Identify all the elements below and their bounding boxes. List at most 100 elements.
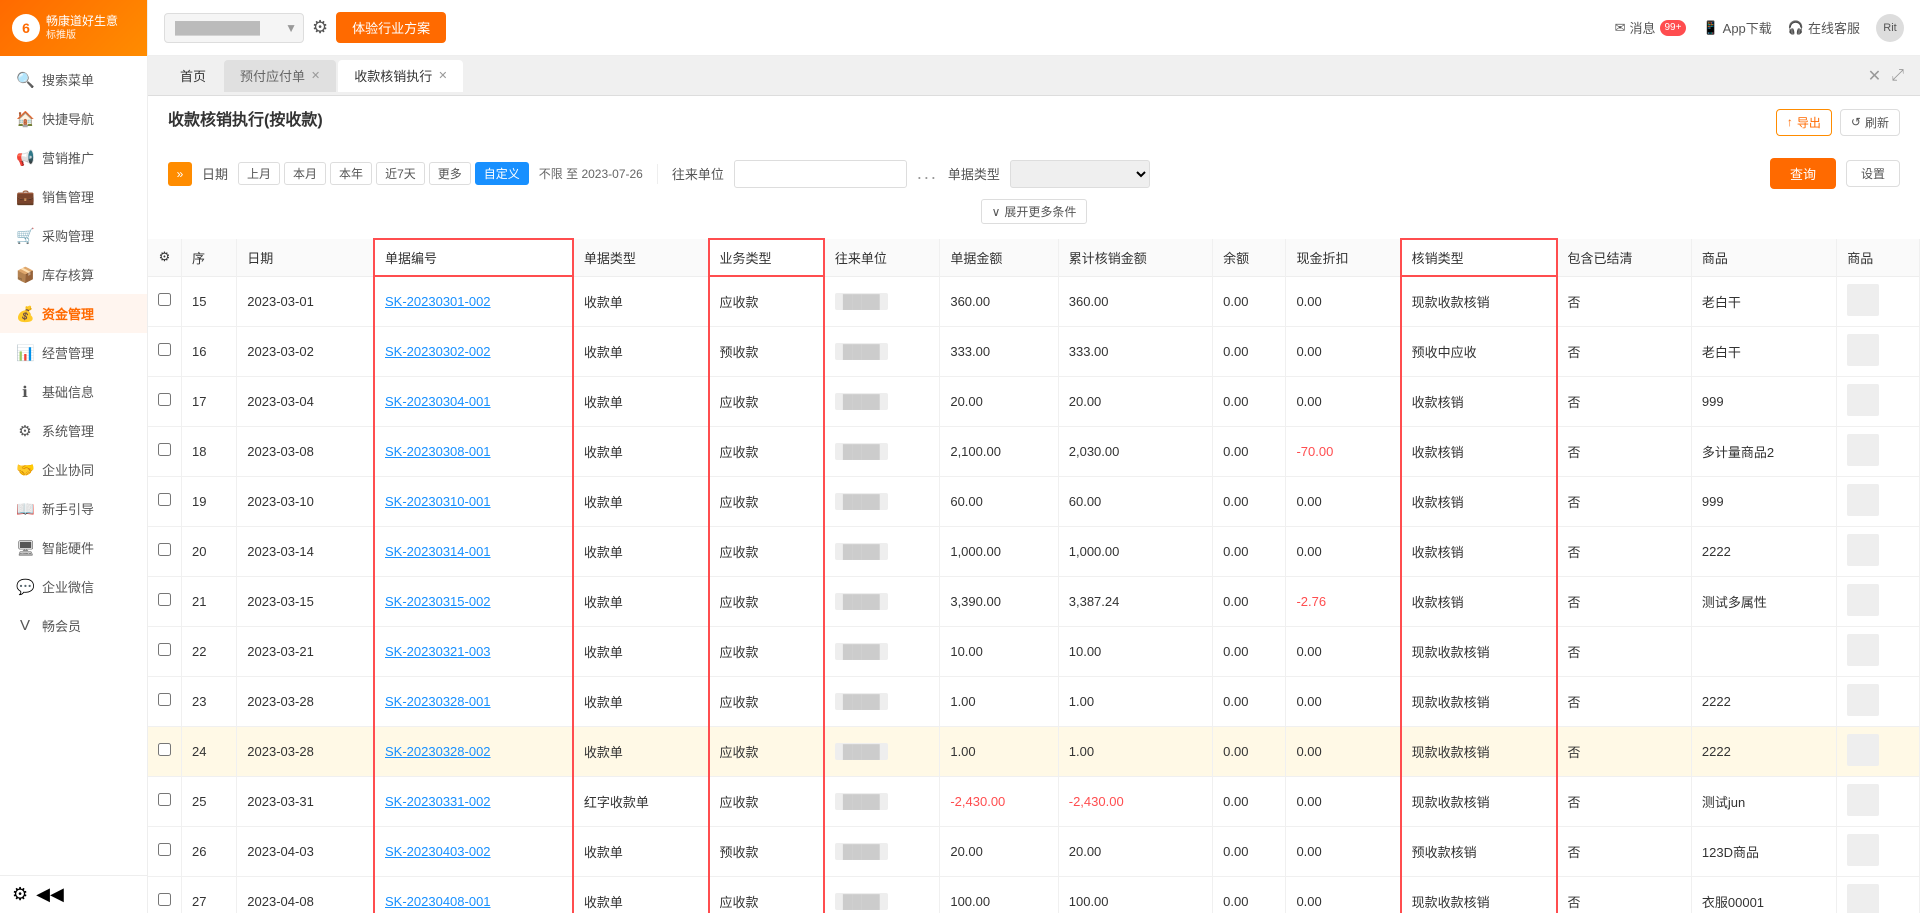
tab-close-all-icon[interactable]: ✕ (1868, 66, 1881, 86)
sidebar-item-basic[interactable]: ℹ基础信息 (0, 372, 147, 411)
date-btn-last-month[interactable]: 上月 (238, 162, 280, 185)
sidebar-item-inventory[interactable]: 📦库存核算 (0, 255, 147, 294)
row-date: 2023-03-02 (237, 326, 374, 376)
sidebar-item-finance[interactable]: 💰资金管理 (0, 294, 147, 333)
row-checkbox[interactable] (148, 476, 182, 526)
row-include-settled: 否 (1557, 676, 1692, 726)
member-icon: V (16, 617, 34, 634)
refresh-button[interactable]: ↺ 刷新 (1840, 109, 1900, 136)
row-checkbox[interactable] (148, 626, 182, 676)
row-voucher-no[interactable]: SK-20230403-002 (374, 826, 573, 876)
row-checkbox[interactable] (148, 726, 182, 776)
row-checkbox[interactable] (148, 276, 182, 326)
tab-receipts-close[interactable]: ✕ (438, 69, 447, 82)
row-biz-type: 应收款 (709, 676, 824, 726)
date-btn-7days[interactable]: 近7天 (376, 162, 425, 185)
row-total-writeoff: 20.00 (1058, 376, 1212, 426)
row-total-writeoff: 333.00 (1058, 326, 1212, 376)
row-voucher-no[interactable]: SK-20230321-003 (374, 626, 573, 676)
row-voucher-no[interactable]: SK-20230314-001 (374, 526, 573, 576)
row-checkbox[interactable] (148, 526, 182, 576)
date-btn-this-year[interactable]: 本年 (330, 162, 372, 185)
filter-expand-arrow[interactable]: » (168, 162, 192, 186)
row-date: 2023-03-10 (237, 476, 374, 526)
row-checkbox[interactable] (148, 326, 182, 376)
row-total-writeoff: 3,387.24 (1058, 576, 1212, 626)
sidebar-item-guide[interactable]: 📖新手引导 (0, 489, 147, 528)
row-voucher-no[interactable]: SK-20230308-001 (374, 426, 573, 476)
row-checkbox[interactable] (148, 576, 182, 626)
row-include-settled: 否 (1557, 626, 1692, 676)
row-voucher-no[interactable]: SK-20230328-002 (374, 726, 573, 776)
row-balance: 0.00 (1213, 526, 1286, 576)
solution-button[interactable]: 体验行业方案 (336, 12, 446, 43)
row-cash-discount: 0.00 (1286, 326, 1401, 376)
sidebar-item-search[interactable]: 🔍搜索菜单 (0, 60, 147, 99)
sidebar-item-purchase[interactable]: 🛒采购管理 (0, 216, 147, 255)
sidebar-item-shortcut[interactable]: 🏠快捷导航 (0, 99, 147, 138)
col-amount: 单据金额 (940, 239, 1058, 276)
row-cash-discount: 0.00 (1286, 826, 1401, 876)
row-include-settled: 否 (1557, 326, 1692, 376)
settings-icon[interactable]: ⚙ (12, 884, 28, 905)
row-checkbox[interactable] (148, 776, 182, 826)
sidebar-item-operations[interactable]: 📊经营管理 (0, 333, 147, 372)
col-gear[interactable]: ⚙ (148, 239, 182, 276)
expand-conditions-button[interactable]: ∨ 展开更多条件 (981, 199, 1088, 224)
sidebar-item-system[interactable]: ⚙系统管理 (0, 411, 147, 450)
row-goods2 (1837, 826, 1920, 876)
date-btn-custom[interactable]: 自定义 (475, 162, 529, 185)
row-voucher-no[interactable]: SK-20230302-002 (374, 326, 573, 376)
row-voucher-no[interactable]: SK-20230328-001 (374, 676, 573, 726)
enterprise-icon: 🤝 (16, 461, 34, 479)
row-checkbox[interactable] (148, 376, 182, 426)
sidebar-item-marketing[interactable]: 📢营销推广 (0, 138, 147, 177)
sidebar-item-enterprise[interactable]: 🤝企业协同 (0, 450, 147, 489)
logo-icon: 6 (12, 14, 40, 42)
tab-receipts[interactable]: 收款核销执行 ✕ (338, 60, 463, 92)
online-service-area[interactable]: 🎧 在线客服 (1788, 18, 1860, 37)
tab-prepay[interactable]: 预付应付单 ✕ (224, 60, 336, 92)
row-voucher-no[interactable]: SK-20230408-001 (374, 876, 573, 913)
collapse-icon[interactable]: ◀◀ (36, 884, 64, 905)
filter-section: » 日期 上月 本月 本年 近7天 更多 自定义 不限 至 2023-07-26… (148, 148, 1920, 238)
company-selector[interactable]: ██████████ ▼ (164, 13, 304, 43)
messages-label: 消息 (1629, 18, 1655, 37)
sidebar-label-marketing: 营销推广 (42, 148, 94, 167)
sidebar-item-wechat[interactable]: 💬企业微信 (0, 567, 147, 606)
row-voucher-no[interactable]: SK-20230331-002 (374, 776, 573, 826)
query-button[interactable]: 查询 (1770, 158, 1836, 189)
row-voucher-no[interactable]: SK-20230310-001 (374, 476, 573, 526)
tab-maximize-icon[interactable]: ⤢ (1891, 67, 1904, 85)
counterpart-input[interactable] (734, 160, 907, 188)
row-checkbox[interactable] (148, 676, 182, 726)
tab-prepay-close[interactable]: ✕ (311, 69, 320, 82)
row-voucher-no[interactable]: SK-20230315-002 (374, 576, 573, 626)
sidebar-item-member[interactable]: V畅会员 (0, 606, 147, 645)
voucher-type-select[interactable] (1010, 160, 1150, 188)
app-download-area[interactable]: 📱 App下载 (1702, 18, 1771, 37)
row-checkbox[interactable] (148, 876, 182, 913)
row-voucher-no[interactable]: SK-20230301-002 (374, 276, 573, 326)
date-btn-this-month[interactable]: 本月 (284, 162, 326, 185)
export-button[interactable]: ↑ 导出 (1776, 109, 1832, 136)
row-writeoff-type: 预收款核销 (1401, 826, 1557, 876)
settings-gear-icon[interactable]: ⚙ (312, 17, 328, 38)
row-checkbox[interactable] (148, 426, 182, 476)
tab-home[interactable]: 首页 (164, 60, 222, 92)
row-balance: 0.00 (1213, 426, 1286, 476)
dots-button[interactable]: ... (917, 163, 938, 184)
date-btn-more[interactable]: 更多 (429, 162, 471, 185)
setting-button[interactable]: 设置 (1846, 160, 1900, 187)
sidebar-item-sales[interactable]: 💼销售管理 (0, 177, 147, 216)
sidebar-item-hardware[interactable]: 🖥智能硬件 (0, 528, 147, 567)
row-writeoff-type: 收款核销 (1401, 376, 1557, 426)
user-avatar[interactable]: Rit (1876, 14, 1904, 42)
row-writeoff-type: 收款核销 (1401, 426, 1557, 476)
row-writeoff-type: 收款核销 (1401, 576, 1557, 626)
row-checkbox[interactable] (148, 826, 182, 876)
row-biz-type: 应收款 (709, 576, 824, 626)
table-container[interactable]: ⚙ 序 日期 单据编号 单据类型 业务类型 往来单位 单据金额 累计核销金额 余… (148, 238, 1920, 913)
messages-area[interactable]: ✉ 消息 99+ (1615, 18, 1687, 37)
row-voucher-no[interactable]: SK-20230304-001 (374, 376, 573, 426)
